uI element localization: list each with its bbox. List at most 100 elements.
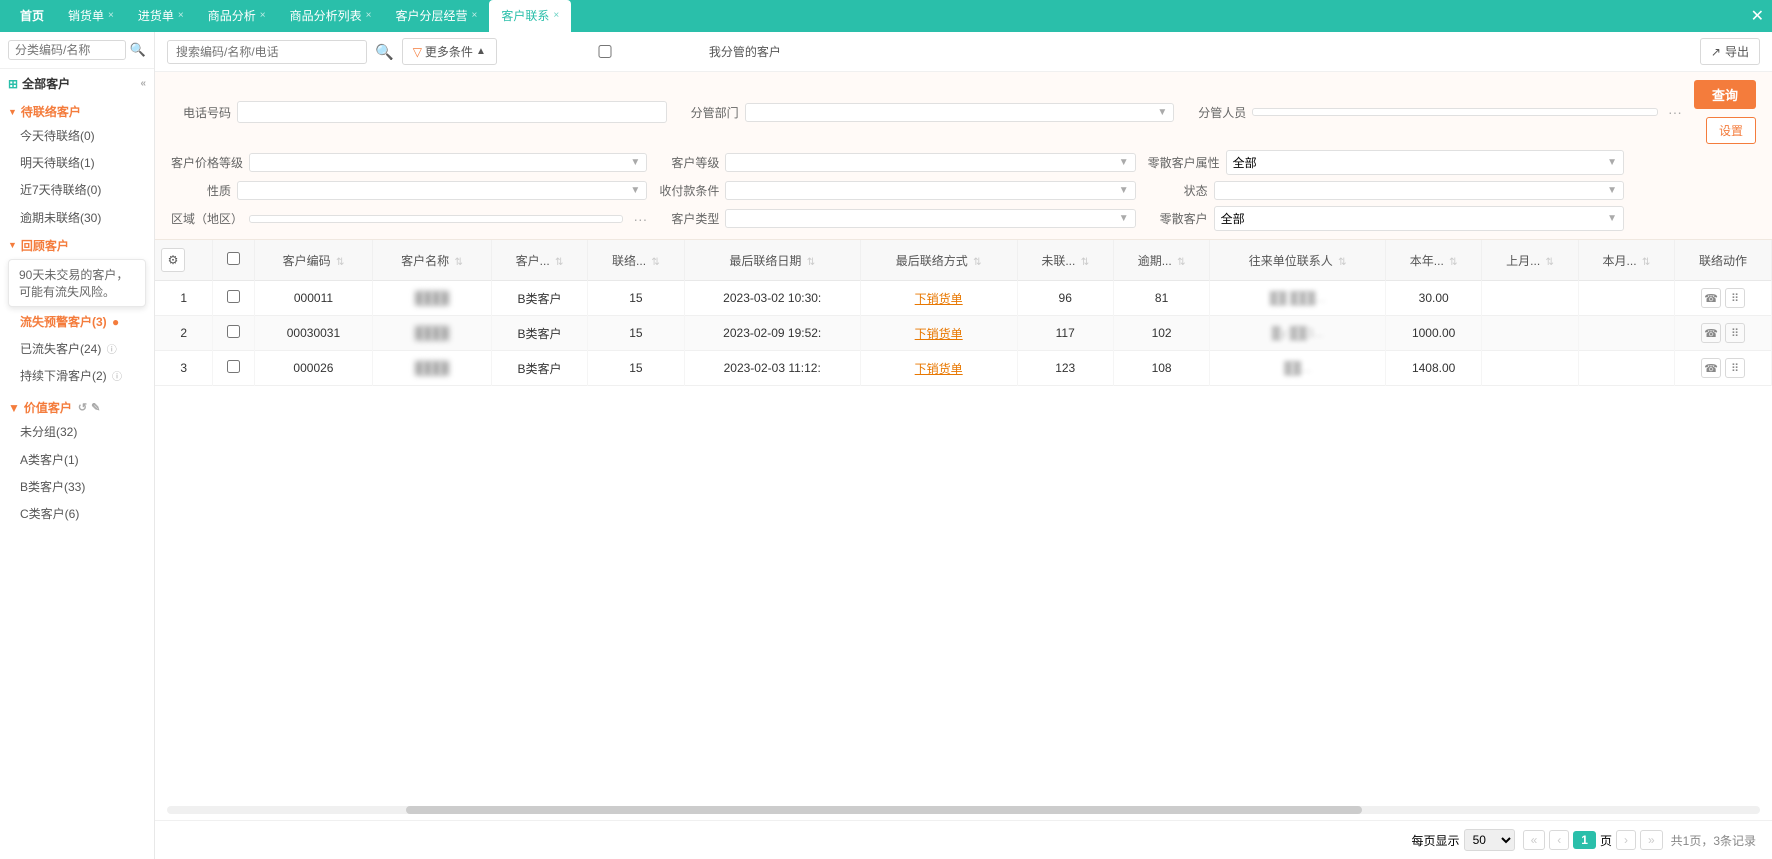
query-btn[interactable]: 查询 — [1694, 80, 1756, 109]
column-settings-btn[interactable]: ⚙ — [161, 248, 185, 272]
close-goods-analysis-icon[interactable]: × — [260, 0, 266, 32]
row-checkbox-2[interactable] — [227, 360, 240, 373]
sidebar-item-unclassified[interactable]: 未分组(32) — [0, 419, 154, 446]
zero-customer-select[interactable]: 全部 ▼ — [1214, 206, 1624, 231]
contact-method-link-2[interactable]: 下销货单 — [915, 362, 963, 376]
close-sales-icon[interactable]: × — [108, 0, 114, 32]
horizontal-scrollbar[interactable] — [167, 806, 1760, 814]
th-type[interactable]: 客户... ⇅ — [491, 240, 587, 281]
settings-btn[interactable]: 设置 — [1706, 117, 1756, 144]
window-close-btn[interactable]: ✕ — [1751, 6, 1764, 26]
sidebar-group-review[interactable]: ▼ 回顾客户 — [0, 232, 154, 257]
sidebar-item-churn-warning[interactable]: 流失预警客户(3) ● — [0, 309, 154, 336]
th-contact[interactable]: 联络... ⇅ — [588, 240, 684, 281]
tab-home[interactable]: 首页 — [8, 0, 56, 32]
tab-customer-tier[interactable]: 客户分层经营 × — [383, 0, 489, 32]
person-select[interactable] — [1252, 108, 1658, 116]
my-customers-checkbox[interactable] — [505, 45, 705, 58]
sidebar-item-tomorrow[interactable]: 明天待联络(1) — [0, 150, 154, 177]
sidebar-item-today[interactable]: 今天待联络(0) — [0, 123, 154, 150]
payment-select[interactable]: ▼ — [725, 181, 1135, 200]
customer-type-select[interactable]: ▼ — [725, 209, 1135, 228]
action-more-2[interactable]: ⠿ — [1725, 358, 1745, 378]
tab-sales[interactable]: 销货单 × — [56, 0, 126, 32]
action-more-1[interactable]: ⠿ — [1725, 323, 1745, 343]
row-checkbox-1[interactable] — [227, 325, 240, 338]
th-this-year[interactable]: 本年... ⇅ — [1385, 240, 1481, 281]
close-customer-contact-icon[interactable]: × — [553, 0, 559, 32]
th-uncontacted[interactable]: 未联... ⇅ — [1017, 240, 1113, 281]
cell-contact-2: 15 — [588, 351, 684, 386]
region-select[interactable] — [249, 215, 623, 223]
cell-method-2[interactable]: 下销货单 — [860, 351, 1017, 386]
price-tier-select[interactable]: ▼ — [249, 153, 647, 172]
cell-method-0[interactable]: 下销货单 — [860, 281, 1017, 316]
row-checkbox-0[interactable] — [227, 290, 240, 303]
th-last-method[interactable]: 最后联络方式 ⇅ — [860, 240, 1017, 281]
close-customer-tier-icon[interactable]: × — [471, 0, 477, 32]
action-phone-2[interactable]: ☎ — [1701, 358, 1721, 378]
prev-page-btn[interactable]: ‹ — [1549, 830, 1569, 850]
th-last-date[interactable]: 最后联络日期 ⇅ — [684, 240, 860, 281]
scrollbar-thumb[interactable] — [406, 806, 1362, 814]
sidebar-item-week[interactable]: 近7天待联络(0) — [0, 177, 154, 204]
sidebar-item-overdue[interactable]: 逾期未联络(30) — [0, 205, 154, 232]
phone-input[interactable] — [237, 101, 667, 123]
refresh-icon[interactable]: ↺ — [78, 401, 87, 414]
cell-method-1[interactable]: 下销货单 — [860, 316, 1017, 351]
person-dots-icon[interactable]: ··· — [1668, 104, 1682, 120]
action-phone-1[interactable]: ☎ — [1701, 323, 1721, 343]
close-goods-list-icon[interactable]: × — [366, 0, 372, 32]
tab-goods-analysis-list[interactable]: 商品分析列表 × — [278, 0, 384, 32]
edit-icon[interactable]: ✎ — [91, 401, 100, 414]
th-this-month[interactable]: 本月... ⇅ — [1578, 240, 1674, 281]
select-all-checkbox[interactable] — [227, 252, 240, 265]
sidebar-item-class-b[interactable]: B类客户(33) — [0, 474, 154, 501]
sidebar-all-customers[interactable]: ⊞ 全部客户 « — [0, 69, 154, 98]
close-purchase-icon[interactable]: × — [178, 0, 184, 32]
tab-purchase[interactable]: 进货单 × — [126, 0, 196, 32]
region-dots-icon[interactable]: ··· — [633, 211, 647, 227]
page-size-area: 每页显示 20 50 100 — [1412, 829, 1515, 851]
last-page-btn[interactable]: » — [1640, 830, 1663, 850]
tab-goods-analysis[interactable]: 商品分析 × — [196, 0, 278, 32]
sidebar-group-pending[interactable]: ▼ 待联络客户 — [0, 98, 154, 123]
sidebar-item-class-c[interactable]: C类客户(6) — [0, 501, 154, 528]
toolbar-search-icon[interactable]: 🔍 — [375, 43, 394, 61]
th-last-month[interactable]: 上月... ⇅ — [1482, 240, 1578, 281]
zero-attr-select[interactable]: 全部 ▼ — [1226, 150, 1624, 175]
sidebar-group-value[interactable]: ▼ 价值客户 ↺ ✎ — [0, 394, 154, 419]
cell-type-2: B类客户 — [491, 351, 587, 386]
sidebar-item-churned[interactable]: 已流失客户(24) ⓘ — [0, 336, 154, 363]
th-code[interactable]: 客户编码 ⇅ — [254, 240, 373, 281]
export-btn[interactable]: ↗ 导出 — [1700, 38, 1760, 65]
more-conditions-btn[interactable]: ▽ 更多条件 ▲ — [402, 38, 497, 65]
table-header-row: ⚙ 客户编码 ⇅ 客户名称 ⇅ — [155, 240, 1772, 281]
status-select[interactable]: ▼ — [1214, 181, 1624, 200]
sidebar-item-class-a[interactable]: A类客户(1) — [0, 447, 154, 474]
filter-region: 区域（地区） ··· — [171, 210, 647, 227]
first-page-btn[interactable]: « — [1523, 830, 1546, 850]
contact-method-link-0[interactable]: 下销货单 — [915, 292, 963, 306]
nature-select[interactable]: ▼ — [237, 181, 647, 200]
my-customers-checkbox-label[interactable]: 我分管的客户 — [505, 43, 781, 60]
action-phone-0[interactable]: ☎ — [1701, 288, 1721, 308]
contact-method-link-1[interactable]: 下销货单 — [915, 327, 963, 341]
customer-tier-select[interactable]: ▼ — [725, 153, 1135, 172]
sort-overdue-icon: ⇅ — [1177, 257, 1185, 268]
next-page-btn[interactable]: › — [1616, 830, 1636, 850]
cell-date-0: 2023-03-02 10:30: — [684, 281, 860, 316]
cell-overdue-0: 81 — [1113, 281, 1209, 316]
sidebar-search-icon[interactable]: 🔍 — [130, 42, 146, 58]
search-input[interactable] — [167, 40, 367, 64]
dept-select[interactable]: ▼ — [745, 103, 1175, 122]
tab-customer-contact[interactable]: 客户联系 × — [489, 0, 571, 32]
th-overdue[interactable]: 逾期... ⇅ — [1113, 240, 1209, 281]
sidebar-item-declining[interactable]: 持续下滑客户(2) ⓘ — [0, 363, 154, 390]
page-size-select[interactable]: 20 50 100 — [1464, 829, 1515, 851]
action-more-0[interactable]: ⠿ — [1725, 288, 1745, 308]
th-name[interactable]: 客户名称 ⇅ — [373, 240, 492, 281]
sidebar-search-input[interactable] — [8, 40, 126, 60]
export-icon: ↗ — [1711, 45, 1721, 59]
th-contact-person[interactable]: 往来单位联系人 ⇅ — [1210, 240, 1386, 281]
